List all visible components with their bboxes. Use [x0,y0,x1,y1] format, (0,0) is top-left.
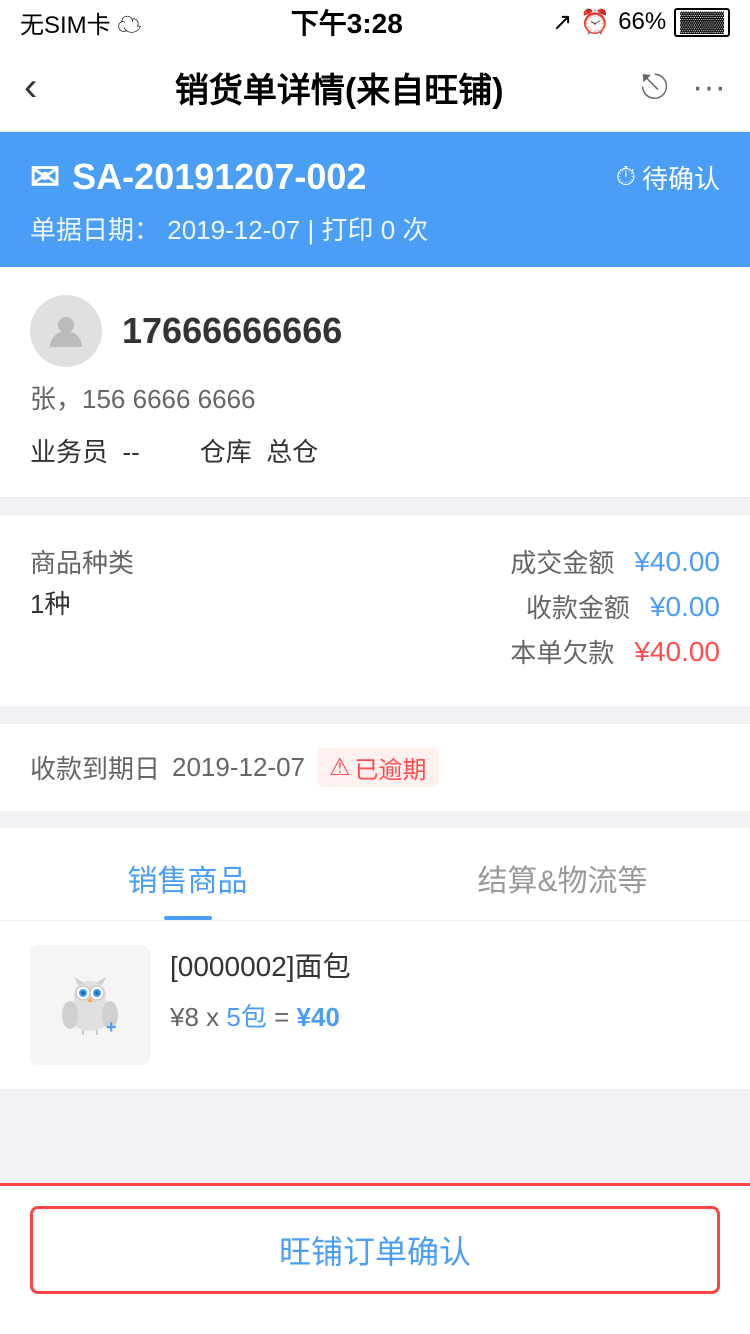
product-info: [0000002]面包 ¥8 x 5包 = ¥40 [170,945,720,1034]
debt-label: 本单欠款 [510,633,614,670]
debt-value: ¥40.00 [634,636,720,668]
avatar [30,295,102,367]
battery-status: 66% [618,8,666,36]
amount-value: ¥40.00 [634,546,720,578]
product-image: + [30,945,150,1065]
multiply-sign: x [206,1002,226,1032]
summary-amounts: 成交金额 ¥40.00 收款金额 ¥0.00 本单欠款 ¥40.00 [510,543,720,678]
svg-text:+: + [106,1017,117,1035]
amount-label: 成交金额 [510,543,614,580]
summary-section: 商品种类 1种 成交金额 ¥40.00 收款金额 ¥0.00 本单欠款 ¥40.… [0,514,750,707]
tabs-section: 销售商品 结算&物流等 [0,828,750,1091]
order-meta: 单据日期： 2019-12-07 | 打印 0 次 [30,210,720,247]
customer-card: 17666666666 张，156 6666 6666 业务员 -- 仓库 总仓 [0,267,750,498]
tab-sales-goods[interactable]: 销售商品 [0,828,375,920]
overdue-icon: ⚠ [329,753,351,782]
equals-sign: = [274,1002,296,1032]
back-button[interactable]: ‹ [24,65,37,110]
sales-label: 业务员 -- [30,432,140,469]
location-icon: ↗ [552,8,572,37]
product-type-label: 商品种类 [30,543,134,580]
order-envelope-icon: ✉ [30,156,60,198]
product-type-value: 1种 [30,584,134,621]
tab-settlement[interactable]: 结算&物流等 [375,828,750,920]
order-status-text: 待确认 [642,159,720,196]
order-id: ✉ SA-20191207-002 [30,156,366,198]
page-title: 销货单详情(来自旺铺) [175,63,504,112]
received-label: 收款金额 [526,588,630,625]
nav-actions: ⎋ ··· [641,68,726,107]
warehouse-value: 总仓 [266,437,318,467]
quantity-value: 5包 [226,1002,266,1032]
product-price: ¥8 x 5包 = ¥40 [170,997,720,1034]
due-date-label: 收款到期日 [30,749,160,786]
meta-separator: | [307,215,321,245]
bottom-bar: 旺铺订单确认 [0,1183,750,1334]
order-id-text: SA-20191207-002 [72,156,366,198]
customer-phone: 17666666666 [122,310,342,352]
total-value: ¥40 [297,1002,340,1032]
share-icon[interactable]: ⎋ [641,68,668,107]
product-item: + [0000002]面包 ¥8 x 5包 = ¥40 [30,945,720,1065]
alarm-icon: ⏰ [580,8,610,37]
tabs-row: 销售商品 结算&物流等 [0,828,750,921]
due-date-value: 2019-12-07 [172,752,305,783]
warehouse-label: 仓库 总仓 [200,432,318,469]
customer-meta: 业务员 -- 仓库 总仓 [30,432,720,469]
due-date-section: 收款到期日 2019-12-07 ⚠ 已逾期 [0,723,750,812]
product-section: + [0000002]面包 ¥8 x 5包 = ¥40 [0,921,750,1089]
sales-value: -- [122,437,139,467]
meta-date-value: 2019-12-07 [167,215,300,245]
battery-icon: ▓▓▓ [674,8,730,37]
status-time: 下午3:28 [291,2,403,42]
status-bar: 无SIM卡 ☁ 下午3:28 ↗ ⏰ 66% ▓▓▓ [0,0,750,44]
customer-name: 张，156 6666 6666 [30,379,720,416]
confirm-button-label: 旺铺订单确认 [279,1227,471,1273]
order-header: ✉ SA-20191207-002 ⏱ 待确认 单据日期： 2019-12-07… [0,132,750,267]
more-icon[interactable]: ··· [692,68,726,107]
nav-bar: ‹ 销货单详情(来自旺铺) ⎋ ··· [0,44,750,132]
sim-status: 无SIM卡 ☁ [20,5,141,40]
product-name: [0000002]面包 [170,945,720,985]
overdue-badge: ⚠ 已逾期 [317,748,439,787]
confirm-order-button[interactable]: 旺铺订单确认 [30,1206,720,1294]
meta-print-text: 打印 0 次 [321,215,428,245]
status-clock-icon: ⏱ [616,161,636,193]
status-right: ↗ ⏰ 66% ▓▓▓ [552,8,730,37]
status-left: 无SIM卡 ☁ [20,5,141,40]
order-status: ⏱ 待确认 [616,159,720,196]
overdue-text: 已逾期 [355,750,427,785]
price-value: ¥8 [170,1002,199,1032]
received-value: ¥0.00 [650,591,720,623]
meta-date-label: 单据日期： [30,215,160,245]
